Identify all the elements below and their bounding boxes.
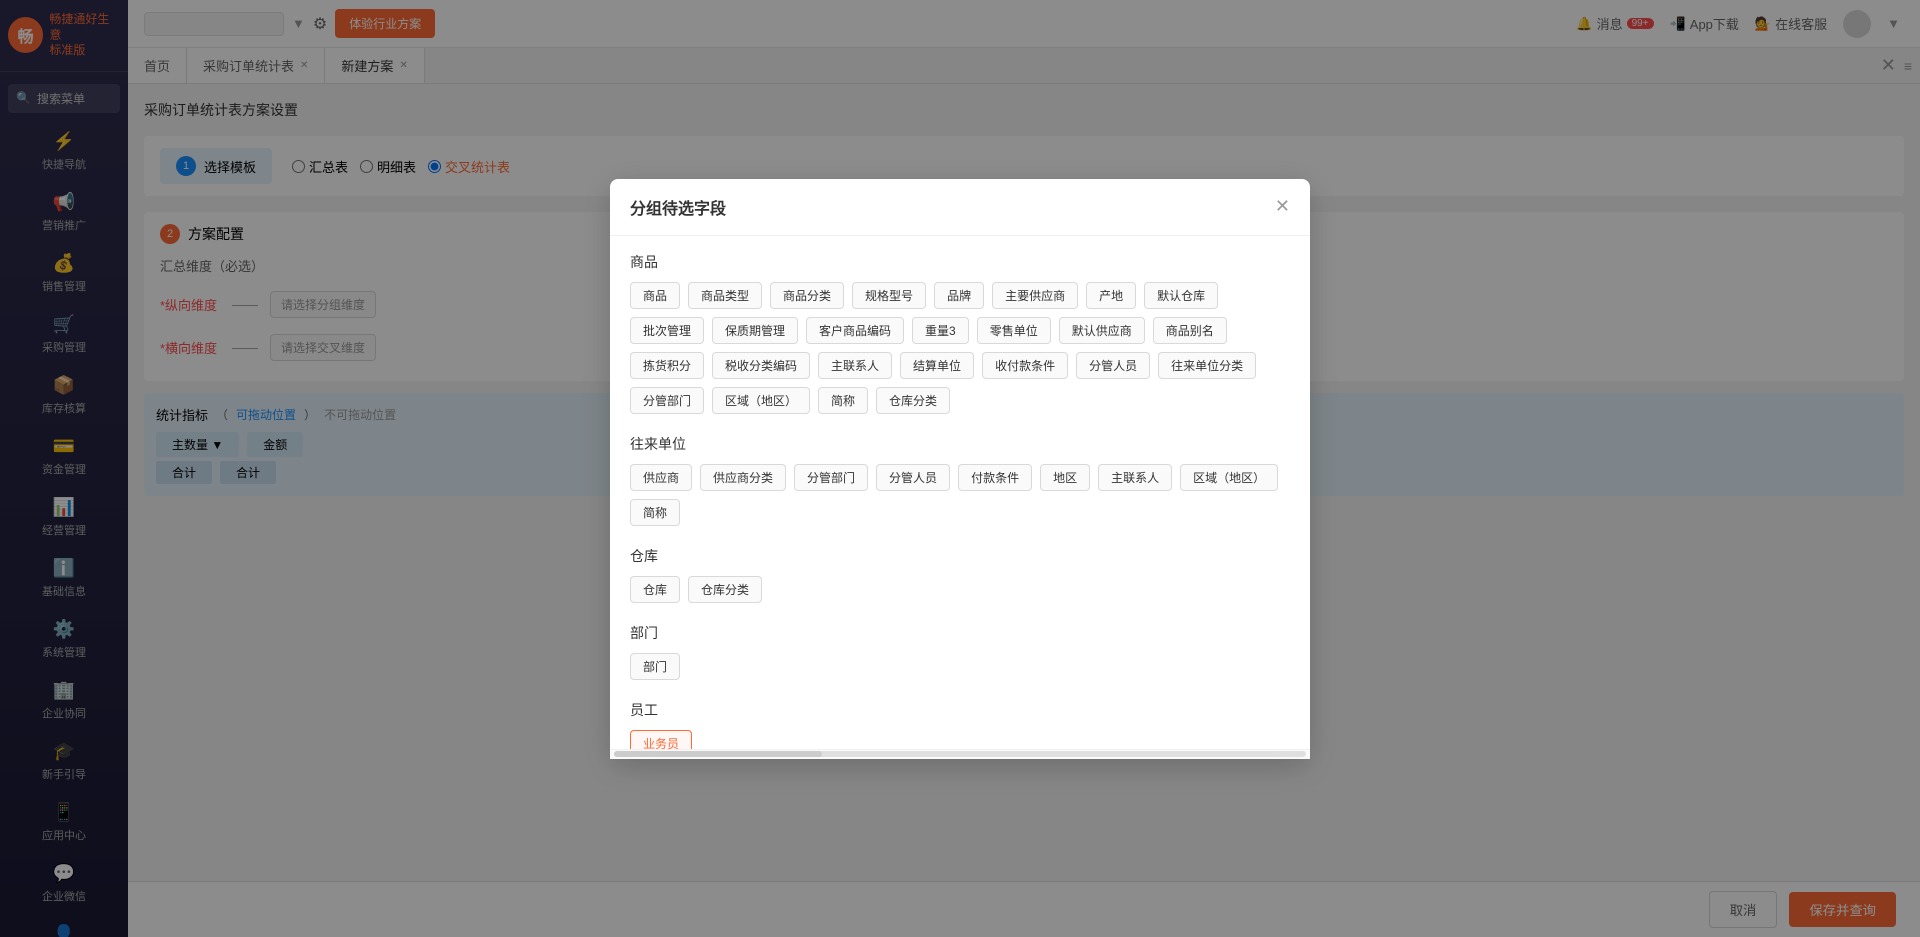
field-chip-goods-category[interactable]: 商品分类 [770, 282, 844, 309]
section-title-employee: 员工 [630, 700, 1290, 720]
field-chip-mgr-staff[interactable]: 分管人员 [1076, 352, 1150, 379]
field-chip-expiry-mgmt[interactable]: 保质期管理 [712, 317, 798, 344]
field-chip-batch-mgmt[interactable]: 批次管理 [630, 317, 704, 344]
modal-section-warehouse: 仓库仓库仓库分类 [630, 546, 1290, 603]
field-chip-supplier[interactable]: 供应商 [630, 464, 692, 491]
section-title-warehouse: 仓库 [630, 546, 1290, 566]
field-chip-default-supplier[interactable]: 默认供应商 [1059, 317, 1145, 344]
section-title-partner: 往来单位 [630, 434, 1290, 454]
modal-section-product: 商品商品商品类型商品分类规格型号品牌主要供应商产地默认仓库批次管理保质期管理客户… [630, 252, 1290, 414]
field-chip-short-name[interactable]: 简称 [818, 387, 868, 414]
field-chip-main-supplier[interactable]: 主要供应商 [992, 282, 1078, 309]
field-chip-goods-type[interactable]: 商品类型 [688, 282, 762, 309]
field-chip-supplier-category[interactable]: 供应商分类 [700, 464, 786, 491]
field-chip-area-region[interactable]: 区域（地区） [712, 387, 810, 414]
field-chip-tax-code[interactable]: 税收分类编码 [712, 352, 810, 379]
field-chip-settle-unit[interactable]: 结算单位 [900, 352, 974, 379]
modal-section-department: 部门部门 [630, 623, 1290, 680]
field-chip-customer-code[interactable]: 客户商品编码 [806, 317, 904, 344]
field-chip-dept[interactable]: 部门 [630, 653, 680, 680]
section-title-product: 商品 [630, 252, 1290, 272]
field-chip-region[interactable]: 地区 [1040, 464, 1090, 491]
field-chip-default-warehouse[interactable]: 默认仓库 [1144, 282, 1218, 309]
modal-header: 分组待选字段 ✕ [610, 179, 1310, 236]
field-grid-partner: 供应商供应商分类分管部门分管人员付款条件地区主联系人区域（地区） 简称 [630, 464, 1290, 526]
field-chip-main-contact[interactable]: 主联系人 [818, 352, 892, 379]
field-chip-goods[interactable]: 商品 [630, 282, 680, 309]
field-chip-warehouse-category[interactable]: 仓库分类 [876, 387, 950, 414]
field-chip-area-region2[interactable]: 区域（地区） [1180, 464, 1278, 491]
hscroll-thumb[interactable] [614, 751, 822, 757]
field-chip-goods-alias[interactable]: 商品别名 [1153, 317, 1227, 344]
field-chip-salesman[interactable]: 业务员 [630, 730, 692, 749]
hscroll-track [614, 751, 1306, 757]
field-chip-spec-type[interactable]: 规格型号 [852, 282, 926, 309]
field-grid-product: 商品商品类型商品分类规格型号品牌主要供应商产地默认仓库批次管理保质期管理客户商品… [630, 282, 1290, 414]
field-chip-mgr-dept[interactable]: 分管部门 [630, 387, 704, 414]
field-grid-employee: 业务员 [630, 730, 1290, 749]
modal-horizontal-scrollbar[interactable] [610, 749, 1310, 759]
modal-body: 商品商品商品类型商品分类规格型号品牌主要供应商产地默认仓库批次管理保质期管理客户… [610, 236, 1310, 749]
field-chip-weight3[interactable]: 重量3 [912, 317, 969, 344]
field-chip-main-contact2[interactable]: 主联系人 [1098, 464, 1172, 491]
field-chip-short-name2[interactable]: 简称 [630, 499, 680, 526]
modal: 分组待选字段 ✕ 商品商品商品类型商品分类规格型号品牌主要供应商产地默认仓库批次… [610, 179, 1310, 759]
field-chip-mgr-staff2[interactable]: 分管人员 [876, 464, 950, 491]
field-chip-warehouse-cat[interactable]: 仓库分类 [688, 576, 762, 603]
section-title-department: 部门 [630, 623, 1290, 643]
field-chip-brand[interactable]: 品牌 [934, 282, 984, 309]
field-grid-department: 部门 [630, 653, 1290, 680]
field-chip-dept2[interactable]: 分管部门 [794, 464, 868, 491]
modal-overlay: 分组待选字段 ✕ 商品商品商品类型商品分类规格型号品牌主要供应商产地默认仓库批次… [0, 0, 1920, 937]
field-chip-retail-unit[interactable]: 零售单位 [977, 317, 1051, 344]
modal-section-employee: 员工业务员 [630, 700, 1290, 749]
field-chip-warehouse[interactable]: 仓库 [630, 576, 680, 603]
field-chip-from-unit-category[interactable]: 往来单位分类 [1158, 352, 1256, 379]
field-chip-origin[interactable]: 产地 [1086, 282, 1136, 309]
modal-close-button[interactable]: ✕ [1275, 196, 1290, 217]
field-chip-pay-terms[interactable]: 付款条件 [958, 464, 1032, 491]
field-grid-warehouse: 仓库仓库分类 [630, 576, 1290, 603]
field-chip-payment-terms[interactable]: 收付款条件 [982, 352, 1068, 379]
modal-title: 分组待选字段 [630, 195, 726, 219]
modal-section-partner: 往来单位供应商供应商分类分管部门分管人员付款条件地区主联系人区域（地区） 简称 [630, 434, 1290, 526]
field-chip-pick-score[interactable]: 拣货积分 [630, 352, 704, 379]
